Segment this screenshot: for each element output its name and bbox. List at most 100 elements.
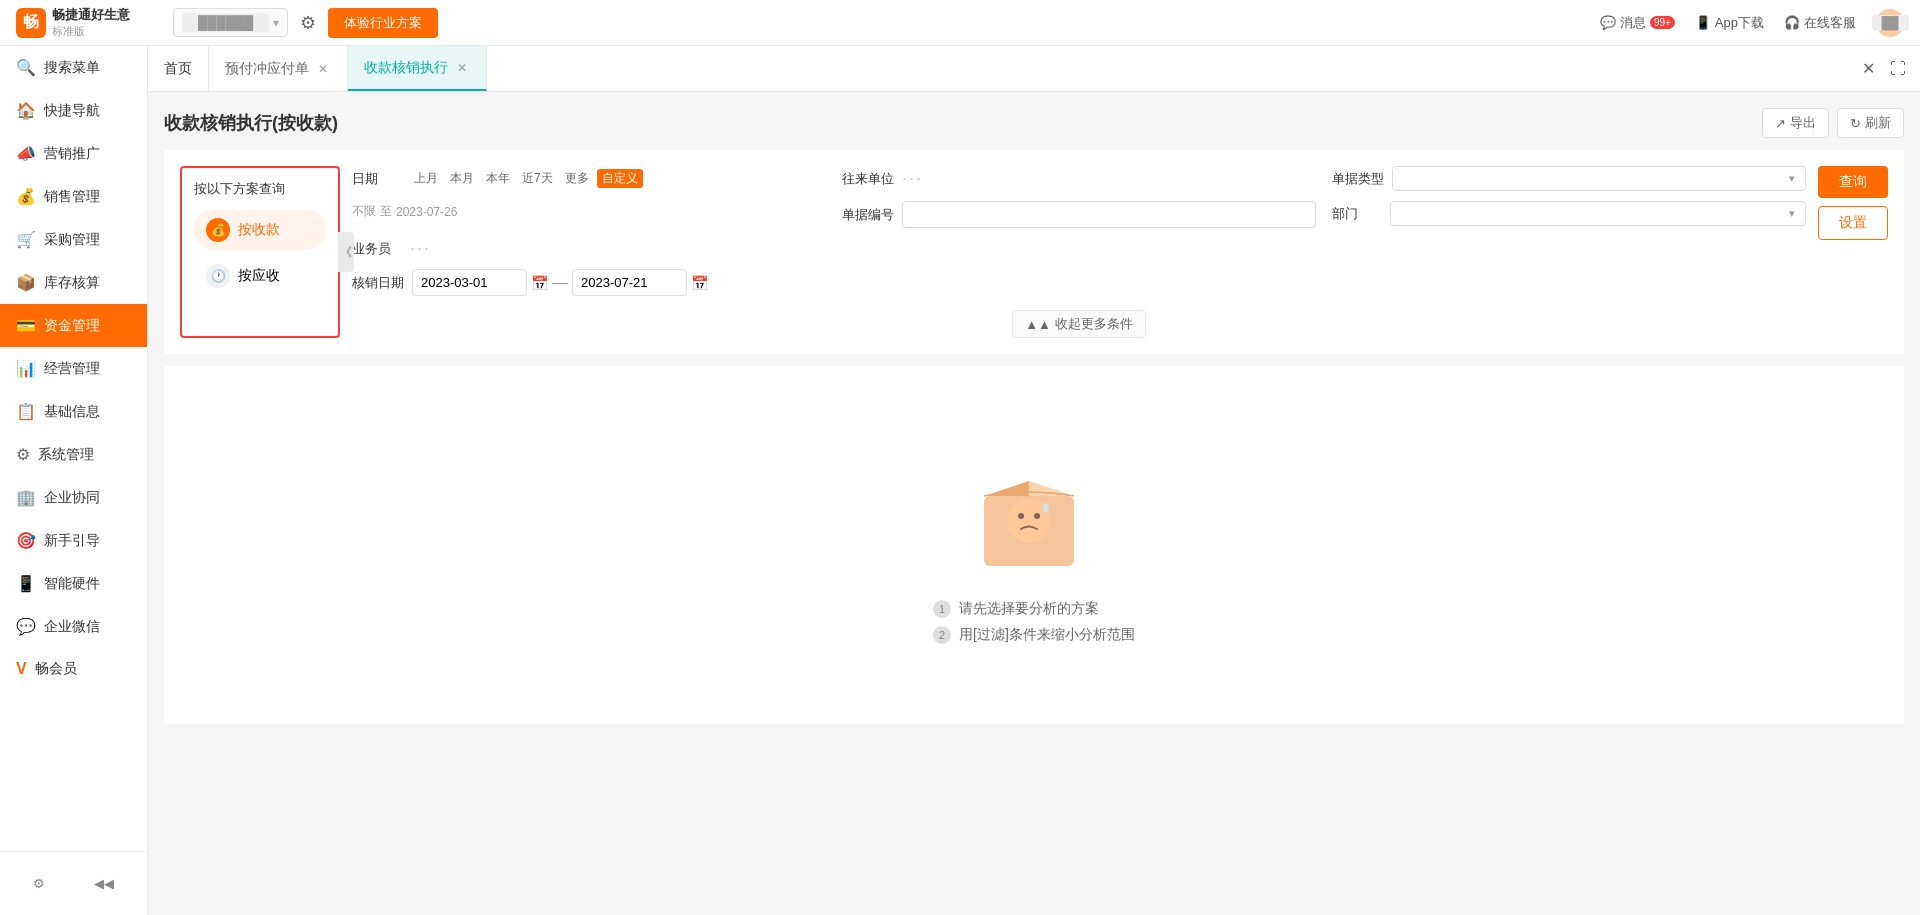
date-to-text: 至 <box>380 203 392 220</box>
date-more[interactable]: 更多 <box>561 169 593 188</box>
message-icon: 💬 <box>1600 15 1616 30</box>
app-name: 畅捷通好生意 标准版 <box>52 6 130 39</box>
refresh-btn[interactable]: ↻ 刷新 <box>1837 108 1904 138</box>
tab-home[interactable]: 首页 <box>148 46 209 91</box>
date-shortcuts: 上月 本月 本年 近7天 更多 自定义 <box>410 169 643 188</box>
empty-hints: 1 请先选择要分析的方案 2 用[过滤]条件来缩小分析范围 <box>933 600 1135 644</box>
enterprise-icon: 🏢 <box>16 488 36 507</box>
date-no-limit-text: 不限 <box>352 203 376 220</box>
member-icon: V <box>16 660 27 678</box>
sidebar-settings-btn[interactable]: ⚙ <box>17 866 61 901</box>
date-range-hint: 2023-07-26 <box>396 205 457 219</box>
app-logo: 畅 畅捷通好生意 标准版 <box>16 6 161 39</box>
svg-point-4 <box>1043 503 1049 513</box>
filter-row-salesperson: 业务员 ··· <box>352 238 826 259</box>
date-7days[interactable]: 近7天 <box>518 169 557 188</box>
marketing-icon: 📣 <box>16 144 36 163</box>
date-this-month[interactable]: 本月 <box>446 169 478 188</box>
user-avatar[interactable]: ██ <box>1876 9 1904 37</box>
hint-num-1: 1 <box>933 600 951 618</box>
industry-btn[interactable]: 体验行业方案 <box>328 8 438 38</box>
offset-date-end-input[interactable] <box>572 269 687 296</box>
online-service-btn[interactable]: 🎧 在线客服 <box>1784 14 1856 32</box>
phone-icon: 📱 <box>1695 15 1711 30</box>
date-last-month[interactable]: 上月 <box>410 169 442 188</box>
smart-hw-icon: 📱 <box>16 574 36 593</box>
dept-chevron-icon: ▾ <box>1789 207 1795 220</box>
headset-icon: 🎧 <box>1784 15 1800 30</box>
sidebar-item-quick-nav[interactable]: 🏠 快捷导航 <box>0 89 147 132</box>
sidebar-bottom: ⚙ ◀◀ <box>0 851 147 915</box>
doc-no-label: 单据编号 <box>842 206 894 224</box>
main-layout: 🔍 搜索菜单 🏠 快捷导航 📣 营销推广 💰 销售管理 🛒 采购管理 📦 库存核… <box>0 46 1920 915</box>
app-download-btn[interactable]: 📱 App下载 <box>1695 14 1764 32</box>
filter-panel: 按以下方案查询 💰 按收款 🕐 按应收 《 <box>164 150 1904 354</box>
dept-select[interactable]: ▾ <box>1390 201 1806 226</box>
filter-row-doc-no: 单据编号 <box>842 201 1316 228</box>
sidebar-item-purchase[interactable]: 🛒 采购管理 <box>0 218 147 261</box>
tab-close-all-btn[interactable]: ✕ <box>1854 55 1882 83</box>
tab-receipt-offset-close[interactable]: ✕ <box>454 60 470 76</box>
collapse-up-icon: ▲▲ <box>1025 317 1051 332</box>
doc-type-label: 单据类型 <box>1332 170 1384 188</box>
sidebar-item-search-menu[interactable]: 🔍 搜索菜单 <box>0 46 147 89</box>
finance-icon: 💳 <box>16 316 36 335</box>
filter-panel-title: 按以下方案查询 <box>194 180 326 198</box>
tab-prepay-offset[interactable]: 预付冲应付单 ✕ <box>209 46 348 91</box>
filter-option-by-receivable[interactable]: 🕐 按应收 <box>194 256 326 296</box>
date-this-year[interactable]: 本年 <box>482 169 514 188</box>
inventory-icon: 📦 <box>16 273 36 292</box>
sidebar-item-marketing[interactable]: 📣 营销推广 <box>0 132 147 175</box>
date-custom[interactable]: 自定义 <box>597 169 643 188</box>
tab-prepay-offset-close[interactable]: ✕ <box>315 61 331 77</box>
refresh-icon: ↻ <box>1850 116 1861 131</box>
by-receipt-icon: 💰 <box>206 218 230 242</box>
sidebar-item-member[interactable]: V 畅会员 <box>0 648 147 690</box>
doc-type-select[interactable]: ▾ <box>1392 166 1806 191</box>
sidebar-item-inventory[interactable]: 📦 库存核算 <box>0 261 147 304</box>
management-icon: 📊 <box>16 359 36 378</box>
page-title: 收款核销执行(按收款) <box>164 111 338 135</box>
tab-expand-btn[interactable]: ⛶ <box>1884 55 1912 83</box>
setting-btn[interactable]: 设置 <box>1818 206 1888 240</box>
query-btn[interactable]: 查询 <box>1818 166 1888 198</box>
sidebar-item-sales[interactable]: 💰 销售管理 <box>0 175 147 218</box>
page-header: 收款核销执行(按收款) ↗ 导出 ↻ 刷新 <box>164 108 1904 138</box>
offset-date-picker: 📅 — 📅 <box>412 269 708 296</box>
empty-svg <box>964 446 1104 576</box>
more-conditions-btn[interactable]: ▲▲ 收起更多条件 <box>1012 310 1146 338</box>
offset-date-start-input[interactable] <box>412 269 527 296</box>
system-icon: ⚙ <box>16 445 30 464</box>
company-selector[interactable]: ██████ ▾ <box>173 8 288 37</box>
sidebar-item-basic-info[interactable]: 📋 基础信息 <box>0 390 147 433</box>
gear-icon[interactable]: ⚙ <box>300 12 316 34</box>
sidebar-item-enterprise[interactable]: 🏢 企业协同 <box>0 476 147 519</box>
sidebar-item-wechat[interactable]: 💬 企业微信 <box>0 605 147 648</box>
message-btn[interactable]: 💬 消息 99+ <box>1600 14 1675 32</box>
logo-icon: 畅 <box>16 8 46 38</box>
filter-collapse-btn[interactable]: 《 <box>338 232 354 272</box>
export-btn[interactable]: ↗ 导出 <box>1762 108 1829 138</box>
sidebar-item-smart-hw[interactable]: 📱 智能硬件 <box>0 562 147 605</box>
wechat-icon: 💬 <box>16 617 36 636</box>
sidebar-item-management[interactable]: 📊 经营管理 <box>0 347 147 390</box>
calendar-start-icon[interactable]: 📅 <box>531 275 548 291</box>
filter-row-offset-date: 核销日期 📅 — 📅 <box>352 269 1316 296</box>
basic-info-icon: 📋 <box>16 402 36 421</box>
calendar-end-icon[interactable]: 📅 <box>691 275 708 291</box>
doc-no-input[interactable] <box>902 201 1316 228</box>
sidebar-item-system[interactable]: ⚙ 系统管理 <box>0 433 147 476</box>
filter-option-by-receipt[interactable]: 💰 按收款 <box>194 210 326 250</box>
sidebar-item-finance[interactable]: 💳 资金管理 <box>0 304 147 347</box>
dept-label: 部门 <box>1332 205 1382 223</box>
message-badge: 99+ <box>1650 16 1675 29</box>
collapse-icon: ◀◀ <box>94 876 114 891</box>
sidebar-collapse-btn[interactable]: ◀◀ <box>78 866 130 901</box>
purchase-icon: 🛒 <box>16 230 36 249</box>
tab-bar: 首页 预付冲应付单 ✕ 收款核销执行 ✕ ✕ ⛶ <box>148 46 1920 92</box>
filter-row-date: 日期 上月 本月 本年 近7天 更多 自定义 <box>352 166 826 191</box>
sidebar-item-guide[interactable]: 🎯 新手引导 <box>0 519 147 562</box>
tab-receipt-offset[interactable]: 收款核销执行 ✕ <box>348 46 487 91</box>
filter-actions: 查询 设置 <box>1818 166 1888 338</box>
sidebar: 🔍 搜索菜单 🏠 快捷导航 📣 营销推广 💰 销售管理 🛒 采购管理 📦 库存核… <box>0 46 148 915</box>
